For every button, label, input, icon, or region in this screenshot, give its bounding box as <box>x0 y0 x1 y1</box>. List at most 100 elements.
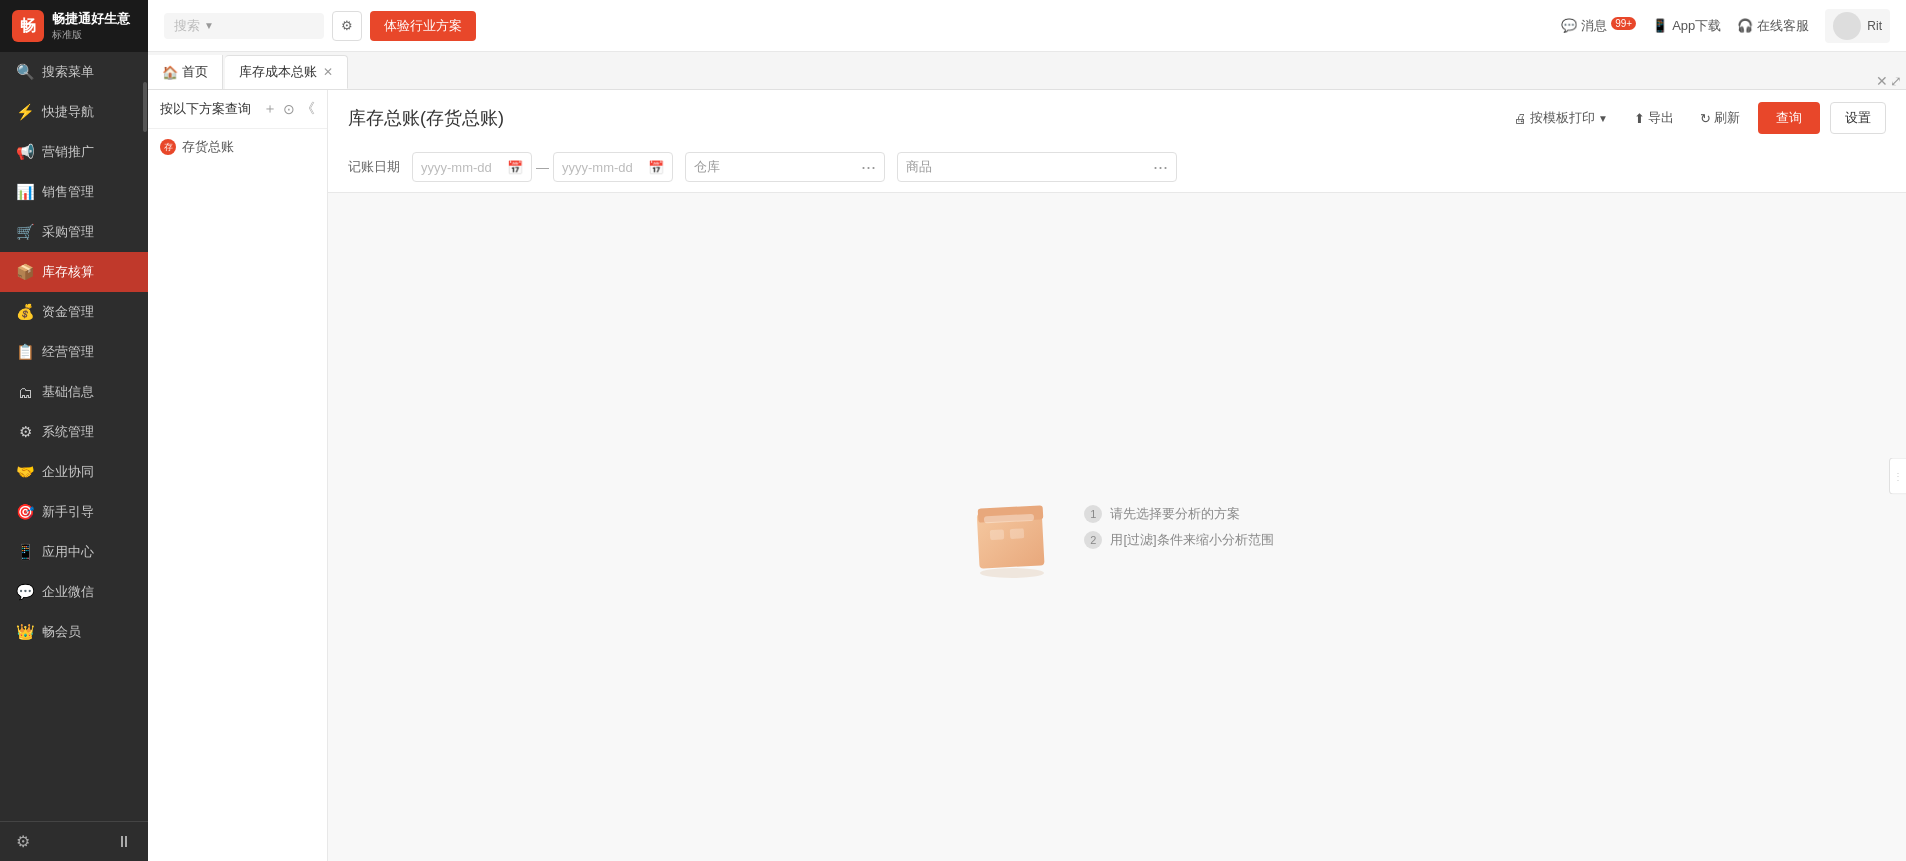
sidebar-item-label-guide: 新手引导 <box>42 503 94 521</box>
search-placeholder-text: 搜索 <box>174 17 200 35</box>
warehouse-filter[interactable]: 仓库 ··· <box>685 152 885 182</box>
tab-close-all-button[interactable]: ✕ <box>1876 73 1888 89</box>
sidebar-item-search[interactable]: 🔍 搜索菜单 <box>0 52 148 92</box>
date-separator: — <box>536 160 549 175</box>
sidebar-item-purchase[interactable]: 🛒 采购管理 <box>0 212 148 252</box>
filter-label: 记账日期 <box>348 158 400 176</box>
tab-actions: ✕ ⤢ <box>1876 73 1906 89</box>
sidebar-item-guide[interactable]: 🎯 新手引导 <box>0 492 148 532</box>
sidebar-item-system[interactable]: ⚙ 系统管理 <box>0 412 148 452</box>
sidebar-item-quicknav[interactable]: ⚡ 快捷导航 <box>0 92 148 132</box>
header-actions: 🖨 按模板打印 ▼ ⬆ 导出 ↻ 刷新 查询 设置 <box>1506 102 1886 134</box>
sidebar-item-label-member: 畅会员 <box>42 623 81 641</box>
date-start-input[interactable]: yyyy-mm-dd 📅 <box>412 152 532 182</box>
date-start-placeholder: yyyy-mm-dd <box>421 160 492 175</box>
scheme-icon-text: 存 <box>164 141 173 154</box>
date-start-icon: 📅 <box>507 160 523 175</box>
sidebar-item-sales[interactable]: 📊 销售管理 <box>0 172 148 212</box>
page-container: 按以下方案查询 ＋ ⊙ 《 存 存货总账 库存总账(存货总账) <box>148 90 1906 861</box>
tab-inventory-ledger[interactable]: 库存成本总账 ✕ <box>225 55 348 89</box>
message-button[interactable]: 💬 消息 99+ <box>1561 17 1636 35</box>
print-icon: 🖨 <box>1514 111 1527 126</box>
basic-icon: 🗂 <box>16 383 34 401</box>
main-area: 搜索 ▼ ⚙ 体验行业方案 💬 消息 99+ 📱 App下载 🎧 在线客服 <box>148 0 1906 861</box>
sidebar-item-apps[interactable]: 📱 应用中心 <box>0 532 148 572</box>
empty-tips: 1 请先选择要分析的方案 2 用[过滤]条件来缩小分析范围 <box>1084 505 1273 549</box>
app-download-button[interactable]: 📱 App下载 <box>1652 17 1721 35</box>
goods-placeholder: 商品 <box>906 158 932 176</box>
scheme-icon: 存 <box>160 139 176 155</box>
date-end-icon: 📅 <box>648 160 664 175</box>
sidebar-item-marketing[interactable]: 📢 营销推广 <box>0 132 148 172</box>
sidebar-item-inventory[interactable]: 📦 库存核算 <box>0 252 148 292</box>
tab-home[interactable]: 🏠 首页 <box>148 55 223 89</box>
message-badge: 99+ <box>1611 17 1636 30</box>
sidebar-item-label-operation: 经营管理 <box>42 343 94 361</box>
sidebar: 畅 畅捷通好生意 标准版 🔍 搜索菜单 ⚡ 快捷导航 📢 营销推广 📊 销售管理 <box>0 0 148 861</box>
side-panel-header-actions: ＋ ⊙ 《 <box>263 100 315 118</box>
add-scheme-button[interactable]: ＋ <box>263 100 277 118</box>
warehouse-placeholder: 仓库 <box>694 158 720 176</box>
sidebar-footer: ⚙ ⏸ <box>0 821 148 861</box>
empty-tip-2: 2 用[过滤]条件来缩小分析范围 <box>1084 531 1273 549</box>
goods-filter[interactable]: 商品 ··· <box>897 152 1177 182</box>
gear-button[interactable]: ⚙ <box>332 11 362 41</box>
home-icon: 🏠 <box>162 65 178 80</box>
scrollbar-thumb <box>143 82 147 132</box>
empty-content: 1 请先选择要分析的方案 2 用[过滤]条件来缩小分析范围 <box>960 477 1273 577</box>
audio-footer-icon[interactable]: ⏸ <box>116 833 132 851</box>
filter-date-group: yyyy-mm-dd 📅 — yyyy-mm-dd 📅 <box>412 152 673 182</box>
user-area[interactable]: Rit <box>1825 9 1890 43</box>
marketing-icon: 📢 <box>16 143 34 161</box>
refresh-button[interactable]: ↻ 刷新 <box>1692 105 1748 131</box>
sidebar-item-operation[interactable]: 📋 经营管理 <box>0 332 148 372</box>
online-service-button[interactable]: 🎧 在线客服 <box>1737 17 1809 35</box>
empty-state: 1 请先选择要分析的方案 2 用[过滤]条件来缩小分析范围 <box>328 193 1906 861</box>
empty-tip-1: 1 请先选择要分析的方案 <box>1084 505 1273 523</box>
sidebar-item-label-purchase: 采购管理 <box>42 223 94 241</box>
sidebar-item-label-system: 系统管理 <box>42 423 94 441</box>
export-button[interactable]: ⬆ 导出 <box>1626 105 1682 131</box>
industry-button[interactable]: 体验行业方案 <box>370 11 476 41</box>
coop-icon: 🤝 <box>16 463 34 481</box>
export-icon: ⬆ <box>1634 111 1645 126</box>
tip-text-1: 请先选择要分析的方案 <box>1110 505 1240 523</box>
query-button[interactable]: 查询 <box>1758 102 1820 134</box>
message-label: 消息 <box>1581 17 1607 35</box>
sidebar-item-member[interactable]: 👑 畅会员 <box>0 612 148 652</box>
search-icon: 🔍 <box>16 63 34 81</box>
sidebar-item-wechat[interactable]: 💬 企业微信 <box>0 572 148 612</box>
collapse-panel-button[interactable]: 《 <box>301 100 315 118</box>
right-resize-handle[interactable]: ⋮ <box>1889 457 1906 494</box>
quicknav-icon: ⚡ <box>16 103 34 121</box>
inventory-icon: 📦 <box>16 263 34 281</box>
sidebar-item-coop[interactable]: 🤝 企业协同 <box>0 452 148 492</box>
tip-num-1: 1 <box>1084 505 1102 523</box>
tab-close-icon[interactable]: ✕ <box>323 65 333 79</box>
sidebar-item-label-sales: 销售管理 <box>42 183 94 201</box>
purchase-icon: 🛒 <box>16 223 34 241</box>
message-icon: 💬 <box>1561 18 1577 33</box>
side-panel: 按以下方案查询 ＋ ⊙ 《 存 存货总账 <box>148 90 328 861</box>
setting-button[interactable]: 设置 <box>1830 102 1886 134</box>
topbar-search[interactable]: 搜索 ▼ <box>164 13 324 39</box>
print-button[interactable]: 🖨 按模板打印 ▼ <box>1506 105 1616 131</box>
print-dropdown-icon: ▼ <box>1598 113 1608 124</box>
sidebar-item-label-marketing: 营销推广 <box>42 143 94 161</box>
app-download-label: App下载 <box>1672 17 1721 35</box>
print-label: 按模板打印 <box>1530 109 1595 127</box>
system-icon: ⚙ <box>16 423 34 441</box>
scheme-item-inventory[interactable]: 存 存货总账 <box>148 129 327 165</box>
date-end-input[interactable]: yyyy-mm-dd 📅 <box>553 152 673 182</box>
apps-icon: 📱 <box>16 543 34 561</box>
tab-resize-button[interactable]: ⤢ <box>1890 73 1902 89</box>
search-dropdown-arrow: ▼ <box>204 20 214 31</box>
settings-footer-icon[interactable]: ⚙ <box>16 832 30 851</box>
member-icon: 👑 <box>16 623 34 641</box>
headset-icon: 🎧 <box>1737 18 1753 33</box>
sidebar-item-finance[interactable]: 💰 资金管理 <box>0 292 148 332</box>
sidebar-item-basic[interactable]: 🗂 基础信息 <box>0 372 148 412</box>
filter-row: 记账日期 yyyy-mm-dd 📅 — yyyy-mm-dd 📅 <box>348 142 1886 192</box>
manage-scheme-button[interactable]: ⊙ <box>283 101 295 117</box>
topbar-right: 💬 消息 99+ 📱 App下载 🎧 在线客服 Rit <box>1561 9 1890 43</box>
